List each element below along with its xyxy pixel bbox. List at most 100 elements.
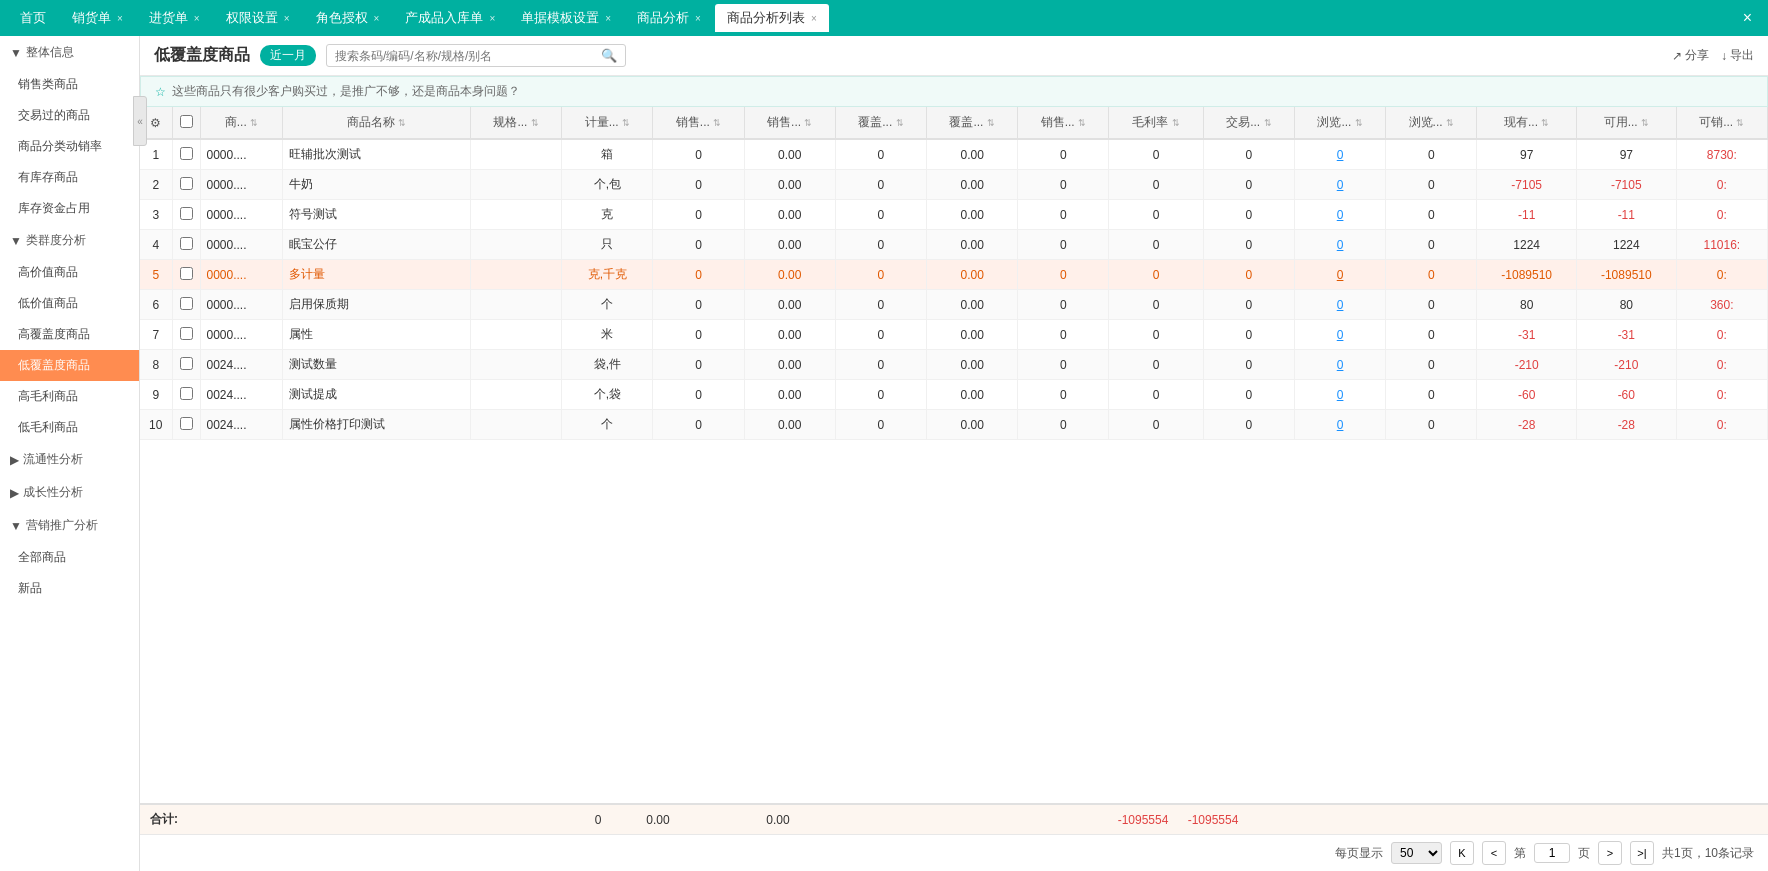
- row-select-checkbox[interactable]: [180, 237, 193, 250]
- last-page-button[interactable]: >|: [1630, 841, 1654, 865]
- row-checkbox[interactable]: [172, 410, 200, 440]
- row-browse1[interactable]: 0: [1294, 200, 1385, 230]
- row-browse1[interactable]: 0: [1294, 260, 1385, 290]
- close-tab-templates[interactable]: ×: [605, 13, 611, 24]
- next-page-button[interactable]: >: [1598, 841, 1622, 865]
- row-name[interactable]: 测试数量: [283, 350, 471, 380]
- export-button[interactable]: ↓ 导出: [1721, 47, 1754, 64]
- row-checkbox[interactable]: [172, 320, 200, 350]
- nav-tab-roles[interactable]: 角色授权 ×: [304, 4, 392, 32]
- row-name[interactable]: 旺辅批次测试: [283, 139, 471, 170]
- code-column-header[interactable]: 商... ⇅: [200, 107, 283, 139]
- row-select-checkbox[interactable]: [180, 327, 193, 340]
- page-number-input[interactable]: [1534, 843, 1570, 863]
- row-select-checkbox[interactable]: [180, 177, 193, 190]
- nav-tab-home[interactable]: 首页: [8, 4, 58, 32]
- sidebar-section-growth[interactable]: ▶ 成长性分析: [0, 476, 139, 509]
- close-tab-permissions[interactable]: ×: [284, 13, 290, 24]
- row-browse1[interactable]: 0: [1294, 230, 1385, 260]
- select-all-checkbox[interactable]: [180, 115, 193, 128]
- sidebar-item-sales-products[interactable]: 销售类商品: [0, 69, 139, 100]
- sidebar-section-flow[interactable]: ▶ 流通性分析: [0, 443, 139, 476]
- close-tab-sales[interactable]: ×: [117, 13, 123, 24]
- stock3-column-header[interactable]: 可销... ⇅: [1676, 107, 1767, 139]
- close-tab-analysis-list[interactable]: ×: [811, 13, 817, 24]
- sidebar-item-low-value[interactable]: 低价值商品: [0, 288, 139, 319]
- row-browse1[interactable]: 0: [1294, 139, 1385, 170]
- row-checkbox[interactable]: [172, 380, 200, 410]
- row-select-checkbox[interactable]: [180, 267, 193, 280]
- sidebar-item-high-coverage[interactable]: 高覆盖度商品: [0, 319, 139, 350]
- sidebar-item-in-stock[interactable]: 有库存商品: [0, 162, 139, 193]
- sales2-column-header[interactable]: 销售... ⇅: [744, 107, 835, 139]
- spec-column-header[interactable]: 规格... ⇅: [471, 107, 562, 139]
- nav-tab-production[interactable]: 产成品入库单 ×: [393, 4, 507, 32]
- row-select-checkbox[interactable]: [180, 297, 193, 310]
- row-browse1[interactable]: 0: [1294, 380, 1385, 410]
- row-name[interactable]: 符号测试: [283, 200, 471, 230]
- sidebar-item-all-products[interactable]: 全部商品: [0, 542, 139, 573]
- row-checkbox[interactable]: [172, 350, 200, 380]
- row-select-checkbox[interactable]: [180, 357, 193, 370]
- sidebar-item-category-rate[interactable]: 商品分类动销率: [0, 131, 139, 162]
- row-select-checkbox[interactable]: [180, 207, 193, 220]
- gross-margin-column-header[interactable]: 毛利率 ⇅: [1109, 107, 1203, 139]
- table-container[interactable]: ⚙ 商... ⇅ 商品名称 ⇅ 规格... ⇅ 计量... ⇅ 销售... ⇅ …: [140, 107, 1768, 803]
- row-select-checkbox[interactable]: [180, 417, 193, 430]
- row-name[interactable]: 属性价格打印测试: [283, 410, 471, 440]
- row-checkbox[interactable]: [172, 230, 200, 260]
- close-tab-analysis[interactable]: ×: [695, 13, 701, 24]
- search-input[interactable]: [335, 49, 597, 63]
- row-name[interactable]: 启用保质期: [283, 290, 471, 320]
- row-name[interactable]: 牛奶: [283, 170, 471, 200]
- row-browse1[interactable]: 0: [1294, 350, 1385, 380]
- page-size-select[interactable]: 50 20 100: [1391, 842, 1442, 864]
- name-column-header[interactable]: 商品名称 ⇅: [283, 107, 471, 139]
- browse2-column-header[interactable]: 浏览... ⇅: [1386, 107, 1477, 139]
- sales1-column-header[interactable]: 销售... ⇅: [653, 107, 744, 139]
- row-browse1[interactable]: 0: [1294, 320, 1385, 350]
- nav-tab-purchase[interactable]: 进货单 ×: [137, 4, 212, 32]
- sidebar-item-high-value[interactable]: 高价值商品: [0, 257, 139, 288]
- time-filter-button[interactable]: 近一月: [260, 45, 316, 66]
- row-name[interactable]: 测试提成: [283, 380, 471, 410]
- sidebar-item-new-products[interactable]: 新品: [0, 573, 139, 604]
- share-button[interactable]: ↗ 分享: [1672, 47, 1709, 64]
- nav-tab-sales[interactable]: 销货单 ×: [60, 4, 135, 32]
- row-checkbox[interactable]: [172, 290, 200, 320]
- sidebar-item-high-margin[interactable]: 高毛利商品: [0, 381, 139, 412]
- sidebar-collapse-button[interactable]: «: [133, 96, 147, 146]
- sidebar-section-cluster[interactable]: ▼ 类群度分析: [0, 224, 139, 257]
- sales3-column-header[interactable]: 销售... ⇅: [1018, 107, 1109, 139]
- browse1-column-header[interactable]: 浏览... ⇅: [1294, 107, 1385, 139]
- coverage1-column-header[interactable]: 覆盖... ⇅: [835, 107, 926, 139]
- first-page-button[interactable]: K: [1450, 841, 1474, 865]
- row-select-checkbox[interactable]: [180, 147, 193, 160]
- close-tab-production[interactable]: ×: [489, 13, 495, 24]
- sidebar-item-traded-products[interactable]: 交易过的商品: [0, 100, 139, 131]
- row-name[interactable]: 眠宝公仔: [283, 230, 471, 260]
- coverage2-column-header[interactable]: 覆盖... ⇅: [927, 107, 1018, 139]
- row-browse1[interactable]: 0: [1294, 290, 1385, 320]
- sidebar-section-overview[interactable]: ▼ 整体信息: [0, 36, 139, 69]
- sidebar-item-stock-capital[interactable]: 库存资金占用: [0, 193, 139, 224]
- row-name[interactable]: 属性: [283, 320, 471, 350]
- row-checkbox[interactable]: [172, 139, 200, 170]
- sidebar-section-marketing[interactable]: ▼ 营销推广分析: [0, 509, 139, 542]
- close-tab-roles[interactable]: ×: [374, 13, 380, 24]
- nav-tab-analysis[interactable]: 商品分析 ×: [625, 4, 713, 32]
- nav-tab-permissions[interactable]: 权限设置 ×: [214, 4, 302, 32]
- row-checkbox[interactable]: [172, 170, 200, 200]
- transaction-column-header[interactable]: 交易... ⇅: [1203, 107, 1294, 139]
- unit-column-header[interactable]: 计量... ⇅: [562, 107, 653, 139]
- close-tab-purchase[interactable]: ×: [194, 13, 200, 24]
- checkbox-column-header[interactable]: [172, 107, 200, 139]
- row-checkbox[interactable]: [172, 200, 200, 230]
- stock2-column-header[interactable]: 可用... ⇅: [1577, 107, 1677, 139]
- close-all-button[interactable]: ×: [1735, 9, 1760, 27]
- row-checkbox[interactable]: [172, 260, 200, 290]
- row-select-checkbox[interactable]: [180, 387, 193, 400]
- sidebar-item-low-coverage[interactable]: 低覆盖度商品: [0, 350, 139, 381]
- row-browse1[interactable]: 0: [1294, 170, 1385, 200]
- row-browse1[interactable]: 0: [1294, 410, 1385, 440]
